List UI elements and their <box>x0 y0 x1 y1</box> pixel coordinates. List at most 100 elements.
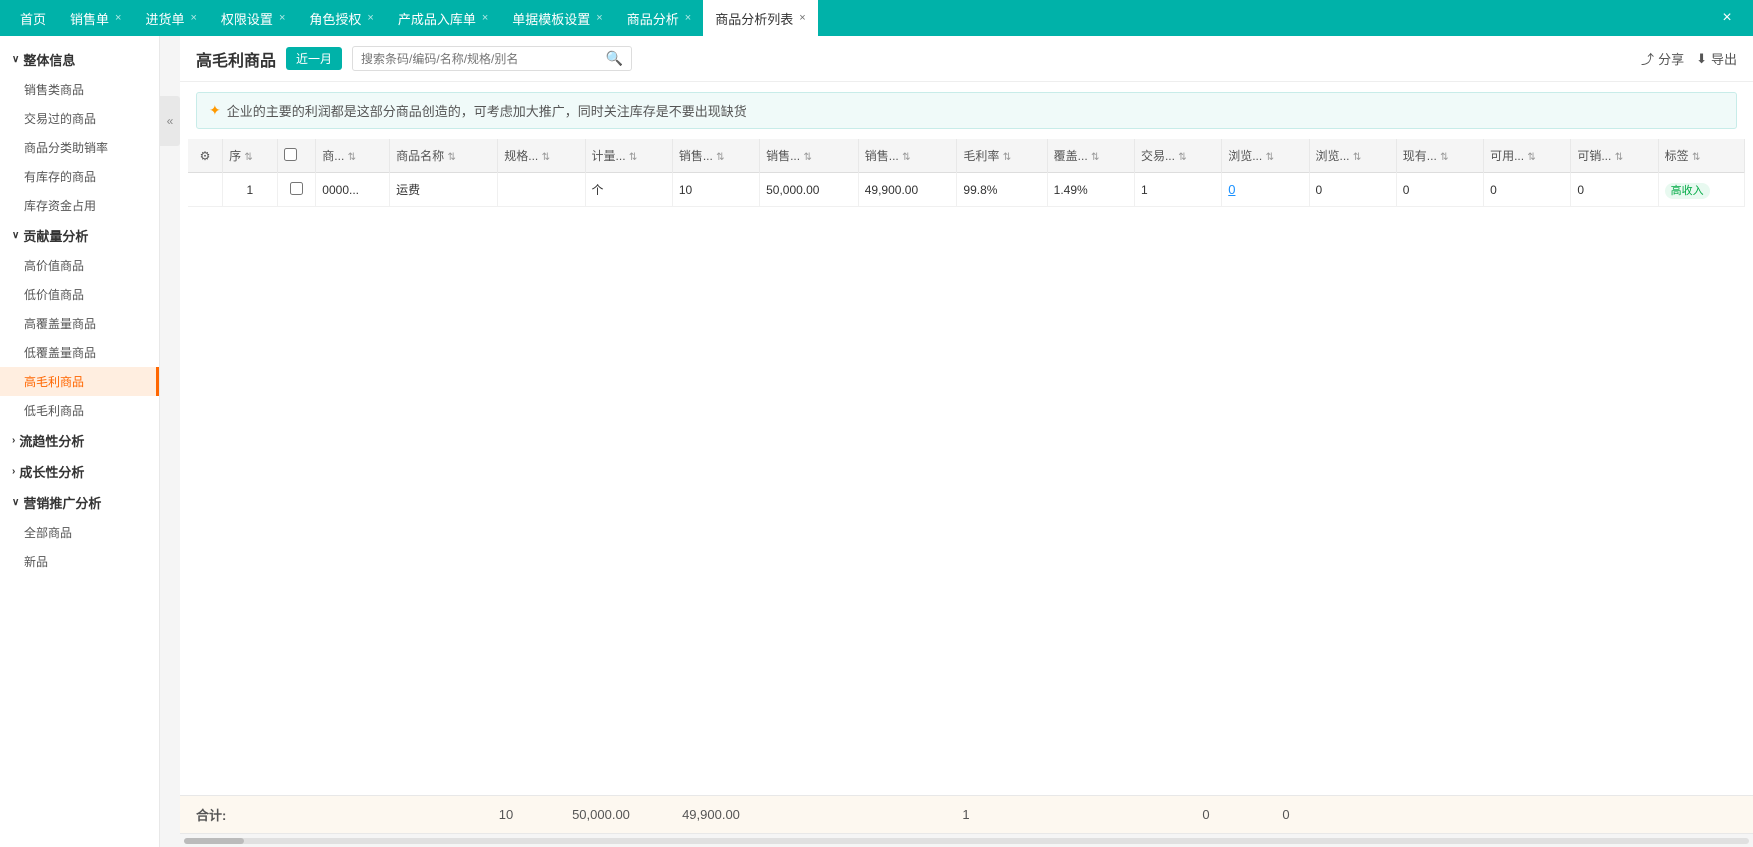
cell-sales_qty: 10 <box>672 173 759 207</box>
sidebar-item-交易过的商品[interactable]: 交易过的商品 <box>0 104 159 133</box>
cell-code: 0000... <box>316 173 390 207</box>
nav-close-icon[interactable]: × <box>799 12 805 24</box>
cell-browse2: 0 <box>1309 173 1396 207</box>
cell-trade: 1 <box>1134 173 1221 207</box>
sidebar-item-销售类商品[interactable]: 销售类商品 <box>0 75 159 104</box>
nav-item-商品分析[interactable]: 商品分析× <box>615 0 703 36</box>
sidebar-group-整体信息[interactable]: ∨整体信息 <box>0 44 159 75</box>
nav-close-icon[interactable]: × <box>685 12 691 24</box>
nav-close-icon[interactable]: × <box>279 12 285 24</box>
page-title: 高毛利商品 <box>196 47 276 71</box>
col-header-unit[interactable]: 计量... ⇅ <box>585 139 672 173</box>
col-settings[interactable]: ⚙ <box>188 139 223 173</box>
sidebar-item-新品[interactable]: 新品 <box>0 547 159 576</box>
sidebar-item-低价值商品[interactable]: 低价值商品 <box>0 280 159 309</box>
col-header-available_stock[interactable]: 可用... ⇅ <box>1484 139 1571 173</box>
nav-close-icon[interactable]: × <box>596 12 602 24</box>
sidebar-item-高价值商品[interactable]: 高价值商品 <box>0 251 159 280</box>
nav-close-icon[interactable]: × <box>190 12 196 24</box>
cell-coverage: 1.49% <box>1047 173 1134 207</box>
cell-sales_profit: 49,900.00 <box>858 173 957 207</box>
col-header-browse2[interactable]: 浏览... ⇅ <box>1309 139 1396 173</box>
sidebar-item-库存资金占用[interactable]: 库存资金占用 <box>0 191 159 220</box>
sidebar-group-arrow: ∨ <box>12 497 19 508</box>
cell-sales_amount: 50,000.00 <box>760 173 859 207</box>
cell-current_stock: 0 <box>1396 173 1483 207</box>
footer-available-stock: 0 <box>1256 807 1316 822</box>
col-header-code[interactable]: 商... ⇅ <box>316 139 390 173</box>
nav-item-进货单[interactable]: 进货单× <box>133 0 208 36</box>
header-actions: ⤴ 分享 ⬇ 导出 <box>1641 49 1737 68</box>
browse-link[interactable]: 0 <box>1228 182 1235 197</box>
col-header-browse1[interactable]: 浏览... ⇅ <box>1222 139 1309 173</box>
content-area: 高毛利商品 近一月 🔍 ⤴ 分享 ⬇ 导出 <box>180 36 1753 847</box>
nav-close-icon[interactable]: × <box>367 12 373 24</box>
footer-sales-profit: 49,900.00 <box>666 807 756 822</box>
search-icon[interactable]: 🔍 <box>606 50 623 67</box>
sidebar-group-arrow: › <box>12 466 15 477</box>
col-header-seq[interactable]: 序 ⇅ <box>223 139 278 173</box>
sidebar-item-有库存的商品[interactable]: 有库存的商品 <box>0 162 159 191</box>
sidebar-item-商品分类助销率[interactable]: 商品分类助销率 <box>0 133 159 162</box>
sidebar-item-高毛利商品[interactable]: 高毛利商品 <box>0 367 159 396</box>
col-header-saleable_stock[interactable]: 可销... ⇅ <box>1571 139 1658 173</box>
sidebar-collapse-button[interactable]: « <box>160 96 180 146</box>
cell-seq: 1 <box>223 173 278 207</box>
table-row: 10000...运费个1050,000.0049,900.0099.8%1.49… <box>188 173 1745 207</box>
sidebar-item-低毛利商品[interactable]: 低毛利商品 <box>0 396 159 425</box>
window-close-button[interactable]: × <box>1709 0 1745 36</box>
info-banner: ✦ 企业的主要的利润都是这部分商品创造的，可考虑加大推广，同时关注库存是不要出现… <box>196 92 1737 129</box>
footer-sales-amount: 50,000.00 <box>556 807 646 822</box>
col-header-gross_margin[interactable]: 毛利率 ⇅ <box>957 139 1047 173</box>
period-button[interactable]: 近一月 <box>286 47 342 70</box>
col-header-check[interactable] <box>277 139 316 173</box>
nav-item-商品分析列表[interactable]: 商品分析列表× <box>703 0 817 36</box>
export-button[interactable]: ⬇ 导出 <box>1696 49 1737 68</box>
share-button[interactable]: ⤴ 分享 <box>1641 49 1684 68</box>
sidebar-group-贡献量分析[interactable]: ∨贡献量分析 <box>0 220 159 251</box>
nav-close-icon[interactable]: × <box>482 12 488 24</box>
search-input[interactable] <box>361 52 606 66</box>
share-icon: ⤴ <box>1641 49 1654 68</box>
content-header: 高毛利商品 近一月 🔍 ⤴ 分享 ⬇ 导出 <box>180 36 1753 82</box>
col-header-current_stock[interactable]: 现有... ⇅ <box>1396 139 1483 173</box>
sidebar-item-全部商品[interactable]: 全部商品 <box>0 518 159 547</box>
nav-item-销售单[interactable]: 销售单× <box>58 0 133 36</box>
col-header-name[interactable]: 商品名称 ⇅ <box>390 139 498 173</box>
sidebar-item-低覆盖量商品[interactable]: 低覆盖量商品 <box>0 338 159 367</box>
cell-tag: 高收入 <box>1658 173 1744 207</box>
sidebar-group-arrow: ∨ <box>12 54 19 65</box>
row-checkbox[interactable] <box>290 182 303 195</box>
nav-close-icon[interactable]: × <box>115 12 121 24</box>
sidebar-group-营销推广分析[interactable]: ∨营销推广分析 <box>0 487 159 518</box>
cell-browse1[interactable]: 0 <box>1222 173 1309 207</box>
select-all-checkbox[interactable] <box>284 148 297 161</box>
col-header-sales_amount[interactable]: 销售... ⇅ <box>760 139 859 173</box>
col-header-tag[interactable]: 标签 ⇅ <box>1658 139 1744 173</box>
col-header-sales_profit[interactable]: 销售... ⇅ <box>858 139 957 173</box>
search-box: 🔍 <box>352 46 632 71</box>
cell-saleable_stock: 0 <box>1571 173 1658 207</box>
sidebar-group-流趋性分析[interactable]: ›流趋性分析 <box>0 425 159 456</box>
footer-current-stock: 0 <box>1176 807 1236 822</box>
cell-available_stock: 0 <box>1484 173 1571 207</box>
sidebar-group-arrow: ∨ <box>12 230 19 241</box>
sidebar-item-高覆盖量商品[interactable]: 高覆盖量商品 <box>0 309 159 338</box>
col-header-spec[interactable]: 规格... ⇅ <box>498 139 585 173</box>
nav-item-产成品入库单[interactable]: 产成品入库单× <box>386 0 500 36</box>
col-header-trade[interactable]: 交易... ⇅ <box>1134 139 1221 173</box>
table-container[interactable]: ⚙序 ⇅商... ⇅商品名称 ⇅规格... ⇅计量... ⇅销售... ⇅销售.… <box>180 139 1753 795</box>
data-table: ⚙序 ⇅商... ⇅商品名称 ⇅规格... ⇅计量... ⇅销售... ⇅销售.… <box>188 139 1745 207</box>
top-nav: 首页销售单×进货单×权限设置×角色授权×产成品入库单×单据模板设置×商品分析×商… <box>0 0 1753 36</box>
footer-trade: 1 <box>936 807 996 822</box>
footer-sales-qty: 10 <box>476 807 536 822</box>
col-header-sales_qty[interactable]: 销售... ⇅ <box>672 139 759 173</box>
nav-item-首页[interactable]: 首页 <box>8 0 58 36</box>
horizontal-scrollbar[interactable] <box>180 833 1753 847</box>
col-header-coverage[interactable]: 覆盖... ⇅ <box>1047 139 1134 173</box>
nav-item-单据模板设置[interactable]: 单据模板设置× <box>500 0 614 36</box>
sidebar-group-成长性分析[interactable]: ›成长性分析 <box>0 456 159 487</box>
nav-item-角色授权[interactable]: 角色授权× <box>297 0 385 36</box>
footer-label: 合计: <box>196 805 276 824</box>
nav-item-权限设置[interactable]: 权限设置× <box>209 0 297 36</box>
